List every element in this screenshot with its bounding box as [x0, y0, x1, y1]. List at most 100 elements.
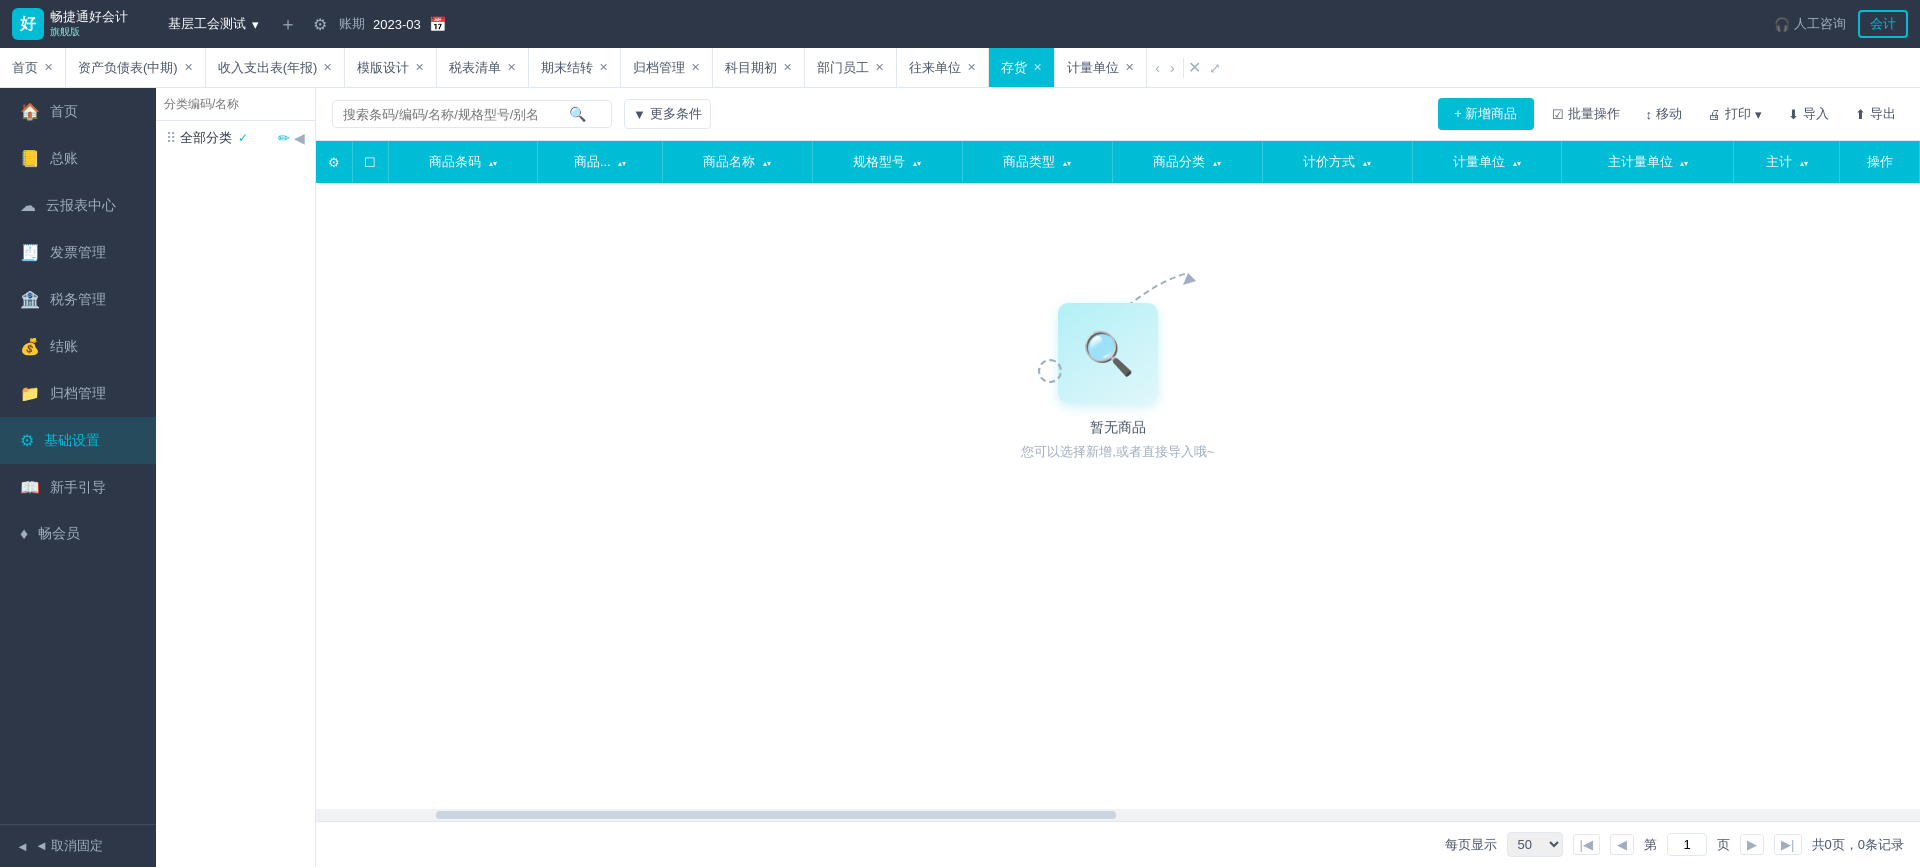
close-tab-icon[interactable]: ✕: [599, 61, 608, 74]
sidebar-item-closing[interactable]: 💰 结账: [0, 323, 156, 370]
product-search-input[interactable]: [343, 107, 563, 122]
company-selector[interactable]: 基层工会测试 ▾: [160, 11, 267, 37]
category-header: ⠿ 全部分类 ✓ ✏ ◀: [156, 121, 315, 155]
horizontal-scrollbar[interactable]: [316, 809, 1920, 821]
col-main[interactable]: 主计 ▴▾: [1734, 141, 1840, 183]
col-name[interactable]: 商品名称 ▴▾: [662, 141, 812, 183]
close-tab-icon[interactable]: ✕: [783, 61, 792, 74]
move-button[interactable]: ↕ 移动: [1638, 100, 1691, 128]
category-search: 🔍: [156, 88, 315, 121]
toolbar-actions: + 新增商品 ☑ 批量操作 ↕ 移动 🖨 打印 ▾: [1438, 98, 1904, 130]
last-page-button[interactable]: ▶|: [1774, 834, 1801, 855]
tab-archive[interactable]: 归档管理 ✕: [621, 48, 713, 87]
tab-balance-sheet[interactable]: 资产负债表(中期) ✕: [66, 48, 206, 87]
sidebar-item-home[interactable]: 🏠 首页: [0, 88, 156, 135]
sidebar-item-tax[interactable]: 🏦 税务管理: [0, 276, 156, 323]
import-icon: ⬇: [1788, 107, 1799, 122]
tab-period-close[interactable]: 期末结转 ✕: [529, 48, 621, 87]
batch-icon: ☑: [1552, 107, 1564, 122]
col-unit[interactable]: 计量单位 ▴▾: [1412, 141, 1562, 183]
close-tab-icon[interactable]: ✕: [415, 61, 424, 74]
collapse-panel-icon[interactable]: ◀: [294, 130, 305, 146]
unpin-sidebar-button[interactable]: ◄ ◄ 取消固定: [0, 824, 156, 867]
drag-handle-icon: ⠿: [166, 130, 176, 146]
sidebar-item-membership[interactable]: ♦ 畅会员: [0, 511, 156, 557]
settings-icon: ⚙: [20, 431, 34, 450]
category-search-input[interactable]: [164, 97, 314, 111]
next-tab-button[interactable]: ›: [1166, 58, 1179, 78]
print-button[interactable]: 🖨 打印 ▾: [1700, 100, 1770, 128]
tab-template[interactable]: 模版设计 ✕: [345, 48, 437, 87]
sidebar-item-settings[interactable]: ⚙ 基础设置: [0, 417, 156, 464]
close-tab-icon[interactable]: ✕: [1125, 61, 1134, 74]
add-product-button[interactable]: + 新增商品: [1438, 98, 1533, 130]
page-size-select[interactable]: 50 100 200: [1507, 832, 1563, 857]
product-search-icon[interactable]: 🔍: [569, 106, 586, 122]
logo-area: 好 畅捷通好会计 旗舰版: [12, 8, 152, 40]
tab-inventory[interactable]: 存货 ✕: [989, 48, 1055, 87]
col-action: 操作: [1840, 141, 1920, 183]
sidebar-item-archive[interactable]: 📁 归档管理: [0, 370, 156, 417]
product-table-container[interactable]: ⚙ ☐ 商品条码 ▴▾ 商品... ▴▾ 商品名称: [316, 141, 1920, 809]
batch-operation-button[interactable]: ☑ 批量操作: [1544, 100, 1628, 128]
membership-icon: ♦: [20, 525, 28, 543]
account-button[interactable]: 会计: [1858, 10, 1908, 38]
tab-department[interactable]: 部门员工 ✕: [805, 48, 897, 87]
col-type[interactable]: 商品类型 ▴▾: [962, 141, 1112, 183]
col-category[interactable]: 商品分类 ▴▾: [1112, 141, 1262, 183]
sidebar-item-guide[interactable]: 📖 新手引导: [0, 464, 156, 511]
next-page-button[interactable]: ▶: [1740, 834, 1764, 855]
sidebar-item-reports[interactable]: ☁ 云报表中心: [0, 182, 156, 229]
close-tab-icon[interactable]: ✕: [691, 61, 700, 74]
logo-text: 畅捷通好会计 旗舰版: [50, 9, 128, 39]
expand-tab-button[interactable]: ⤢: [1205, 56, 1225, 80]
tab-subject-init[interactable]: 科目期初 ✕: [713, 48, 805, 87]
col-barcode[interactable]: 商品条码 ▴▾: [388, 141, 538, 183]
tab-vendor[interactable]: 往来单位 ✕: [897, 48, 989, 87]
close-tab-icon[interactable]: ✕: [967, 61, 976, 74]
unpin-icon: ◄: [16, 839, 29, 854]
more-filter-button[interactable]: ▼ 更多条件: [624, 99, 711, 129]
import-button[interactable]: ⬇ 导入: [1780, 100, 1837, 128]
print-dropdown-icon: ▾: [1755, 107, 1762, 122]
ledger-icon: 📒: [20, 149, 40, 168]
scroll-thumb[interactable]: [436, 811, 1116, 819]
logo-icon: 好: [12, 8, 44, 40]
col-main-unit[interactable]: 主计量单位 ▴▾: [1562, 141, 1734, 183]
guide-icon: 📖: [20, 478, 40, 497]
close-tab-icon[interactable]: ✕: [875, 61, 884, 74]
filter-icon: ▼: [633, 107, 646, 122]
close-tab-icon[interactable]: ✕: [44, 61, 53, 74]
table-settings-col[interactable]: ⚙: [316, 141, 352, 183]
top-right: 🎧 人工咨询 会计: [1774, 10, 1908, 38]
col-spec[interactable]: 规格型号 ▴▾: [812, 141, 962, 183]
col-code[interactable]: 商品... ▴▾: [538, 141, 662, 183]
empty-state: 🔍 暂无商品 您可以选择新增,或者直接导入哦~: [316, 183, 1920, 541]
col-pricing[interactable]: 计价方式 ▴▾: [1262, 141, 1412, 183]
tax-icon: 🏦: [20, 290, 40, 309]
service-button[interactable]: 🎧 人工咨询: [1774, 15, 1846, 33]
prev-page-button[interactable]: ◀: [1610, 834, 1634, 855]
tab-income-statement[interactable]: 收入支出表(年报) ✕: [206, 48, 346, 87]
settings-icon[interactable]: ⚙: [309, 11, 331, 38]
page-number-input[interactable]: [1667, 833, 1707, 856]
add-tab-button[interactable]: ＋: [275, 8, 301, 40]
right-panel: 🔍 ▼ 更多条件 + 新增商品 ☑ 批量操作 ↕ 移动: [316, 88, 1920, 867]
close-tab-icon[interactable]: ✕: [184, 61, 193, 74]
table-check-col[interactable]: ☐: [352, 141, 388, 183]
sidebar-item-invoice[interactable]: 🧾 发票管理: [0, 229, 156, 276]
close-tab-icon[interactable]: ✕: [323, 61, 332, 74]
first-page-button[interactable]: |◀: [1573, 834, 1600, 855]
close-all-tabs-button[interactable]: ✕: [1184, 54, 1205, 81]
move-icon: ↕: [1646, 107, 1653, 122]
prev-tab-button[interactable]: ‹: [1151, 58, 1164, 78]
tab-home[interactable]: 首页 ✕: [0, 48, 66, 87]
close-tab-icon[interactable]: ✕: [1033, 61, 1042, 74]
calendar-icon[interactable]: 📅: [429, 16, 446, 32]
sidebar-item-ledger[interactable]: 📒 总账: [0, 135, 156, 182]
tab-tax-list[interactable]: 税表清单 ✕: [437, 48, 529, 87]
export-button[interactable]: ⬆ 导出: [1847, 100, 1904, 128]
edit-category-icon[interactable]: ✏: [278, 130, 290, 146]
tab-unit[interactable]: 计量单位 ✕: [1055, 48, 1147, 87]
close-tab-icon[interactable]: ✕: [507, 61, 516, 74]
